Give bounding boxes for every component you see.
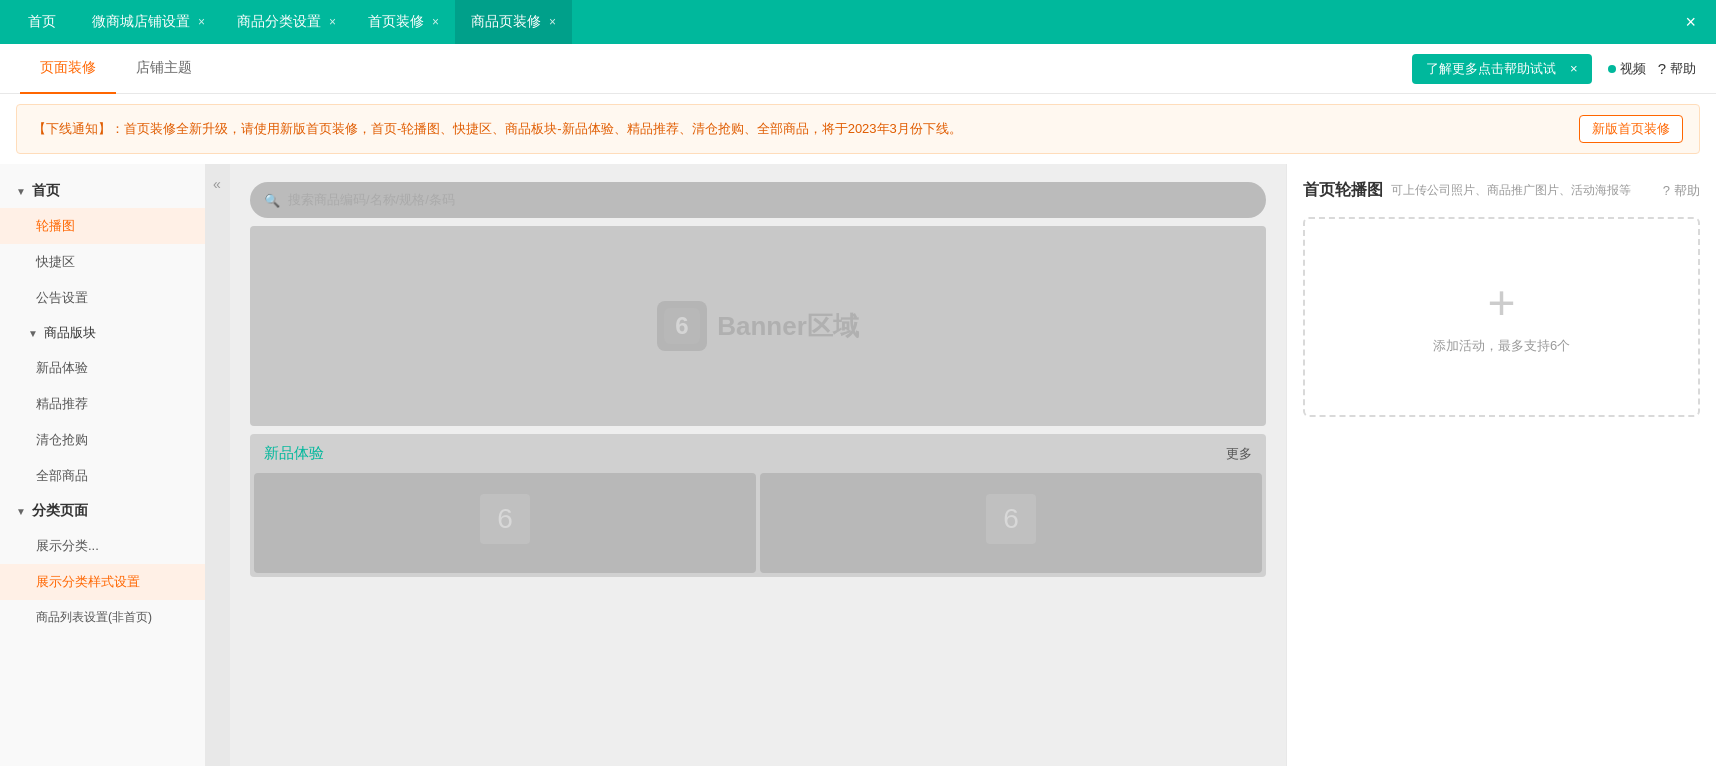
arrow-category-icon: ▼ bbox=[16, 506, 26, 517]
question-icon: ? bbox=[1658, 60, 1666, 77]
product-card-1: 6 bbox=[254, 473, 756, 573]
search-icon: 🔍 bbox=[264, 193, 280, 208]
sidebar-inner: ▼ 首页 轮播图 快捷区 公告设置 ▼ 商品版块 新品体验 精品推荐 清仓抢购 … bbox=[0, 164, 205, 645]
sidebar-item-featured[interactable]: 精品推荐 bbox=[0, 386, 205, 422]
banner-logo: 6 Banner区域 bbox=[657, 301, 859, 351]
window-close-button[interactable]: × bbox=[1673, 12, 1708, 33]
products-section-title: 新品体验 bbox=[264, 444, 324, 463]
svg-text:6: 6 bbox=[497, 503, 513, 534]
sidebar-item-notice-settings[interactable]: 公告设置 bbox=[0, 280, 205, 316]
arrow-home-icon: ▼ bbox=[16, 186, 26, 197]
add-banner-box[interactable]: + 添加活动，最多支持6个 bbox=[1303, 217, 1700, 417]
tab-shop-theme[interactable]: 店铺主题 bbox=[116, 44, 212, 94]
center-preview: 🔍 搜索商品编码/名称/规格/条码 6 Banner区域 bbox=[230, 164, 1286, 766]
sidebar-item-clearance[interactable]: 清仓抢购 bbox=[0, 422, 205, 458]
right-panel-header: 首页轮播图 可上传公司照片、商品推广图片、活动海报等 ? 帮助 bbox=[1303, 180, 1700, 201]
sidebar-item-show-category[interactable]: 展示分类... bbox=[0, 528, 205, 564]
sidebar-subsection-product-block[interactable]: ▼ 商品版块 bbox=[0, 316, 205, 350]
products-section-header: 新品体验 更多 bbox=[250, 434, 1266, 473]
help-banner-close[interactable]: × bbox=[1570, 61, 1578, 76]
help-banner[interactable]: 了解更多点击帮助试试 × bbox=[1412, 54, 1592, 84]
new-homepage-decor-button[interactable]: 新版首页装修 bbox=[1579, 115, 1683, 143]
sidebar-section-category[interactable]: ▼ 分类页面 bbox=[0, 494, 205, 528]
close-tab-product-decor[interactable]: × bbox=[549, 15, 556, 29]
nav-tab-category-settings[interactable]: 商品分类设置 × bbox=[221, 0, 352, 44]
tab-page-decor[interactable]: 页面装修 bbox=[20, 44, 116, 94]
svg-text:6: 6 bbox=[676, 312, 689, 339]
nav-tab-product-decor[interactable]: 商品页装修 × bbox=[455, 0, 572, 44]
help-button[interactable]: ? 帮助 bbox=[1658, 60, 1696, 78]
product-card-2: 6 bbox=[760, 473, 1262, 573]
help-banner-text: 了解更多点击帮助试试 bbox=[1426, 60, 1556, 78]
right-panel-title: 首页轮播图 bbox=[1303, 180, 1383, 201]
products-more-link[interactable]: 更多 bbox=[1226, 445, 1252, 463]
right-panel: 首页轮播图 可上传公司照片、商品推广图片、活动海报等 ? 帮助 + 添加活动，最… bbox=[1286, 164, 1716, 766]
sub-tabs-bar: 页面装修 店铺主题 了解更多点击帮助试试 × 视频 ? 帮助 bbox=[0, 44, 1716, 94]
sidebar-item-shortcuts[interactable]: 快捷区 bbox=[0, 244, 205, 280]
nav-tab-home[interactable]: 首页 bbox=[8, 0, 76, 44]
sidebar: ▼ 首页 轮播图 快捷区 公告设置 ▼ 商品版块 新品体验 精品推荐 清仓抢购 … bbox=[0, 164, 230, 766]
banner-text: Banner区域 bbox=[717, 309, 859, 344]
top-nav: 首页 微商城店铺设置 × 商品分类设置 × 首页装修 × 商品页装修 × × bbox=[0, 0, 1716, 44]
svg-text:6: 6 bbox=[1003, 503, 1019, 534]
sidebar-section-home[interactable]: ▼ 首页 bbox=[0, 174, 205, 208]
question-circle-icon: ? bbox=[1663, 183, 1670, 198]
video-dot-icon bbox=[1608, 65, 1616, 73]
right-panel-subtitle: 可上传公司照片、商品推广图片、活动海报等 bbox=[1391, 182, 1631, 199]
chevron-left-icon: « bbox=[213, 176, 221, 192]
preview-search-bar: 🔍 搜索商品编码/名称/规格/条码 bbox=[250, 182, 1266, 218]
sidebar-item-new-experience[interactable]: 新品体验 bbox=[0, 350, 205, 386]
sidebar-item-carousel[interactable]: 轮播图 bbox=[0, 208, 205, 244]
product-icon-1: 6 bbox=[480, 494, 530, 553]
search-placeholder: 搜索商品编码/名称/规格/条码 bbox=[288, 191, 455, 209]
sidebar-item-product-list-settings[interactable]: 商品列表设置(非首页) bbox=[0, 600, 205, 635]
preview-products-section: 新品体验 更多 6 bbox=[250, 434, 1266, 577]
notice-bar: 【下线通知】：首页装修全新升级，请使用新版首页装修，首页-轮播图、快捷区、商品板… bbox=[16, 104, 1700, 154]
product-icon-2: 6 bbox=[986, 494, 1036, 553]
close-tab-home-decor[interactable]: × bbox=[432, 15, 439, 29]
main-layout: ▼ 首页 轮播图 快捷区 公告设置 ▼ 商品版块 新品体验 精品推荐 清仓抢购 … bbox=[0, 164, 1716, 766]
close-tab-shop-settings[interactable]: × bbox=[198, 15, 205, 29]
video-button[interactable]: 视频 bbox=[1608, 60, 1646, 78]
preview-banner-area: 6 Banner区域 bbox=[250, 226, 1266, 426]
sidebar-item-category-style[interactable]: 展示分类样式设置 bbox=[0, 564, 205, 600]
right-panel-help-button[interactable]: ? 帮助 bbox=[1663, 182, 1700, 200]
sidebar-item-all-products[interactable]: 全部商品 bbox=[0, 458, 205, 494]
arrow-product-block-icon: ▼ bbox=[28, 328, 38, 339]
notice-text: 【下线通知】：首页装修全新升级，请使用新版首页装修，首页-轮播图、快捷区、商品板… bbox=[33, 120, 1579, 138]
right-panel-title-area: 首页轮播图 可上传公司照片、商品推广图片、活动海报等 bbox=[1303, 180, 1631, 201]
close-tab-category-settings[interactable]: × bbox=[329, 15, 336, 29]
add-banner-text: 添加活动，最多支持6个 bbox=[1433, 337, 1570, 355]
nav-tab-shop-settings[interactable]: 微商城店铺设置 × bbox=[76, 0, 221, 44]
nav-tab-home-decor[interactable]: 首页装修 × bbox=[352, 0, 455, 44]
products-grid: 6 6 bbox=[250, 473, 1266, 577]
content-area: 页面装修 店铺主题 了解更多点击帮助试试 × 视频 ? 帮助 【下线通知】：首页… bbox=[0, 44, 1716, 766]
plus-icon: + bbox=[1487, 279, 1515, 327]
sidebar-collapse-button[interactable]: « bbox=[205, 164, 229, 766]
banner-b-icon: 6 bbox=[657, 301, 707, 351]
